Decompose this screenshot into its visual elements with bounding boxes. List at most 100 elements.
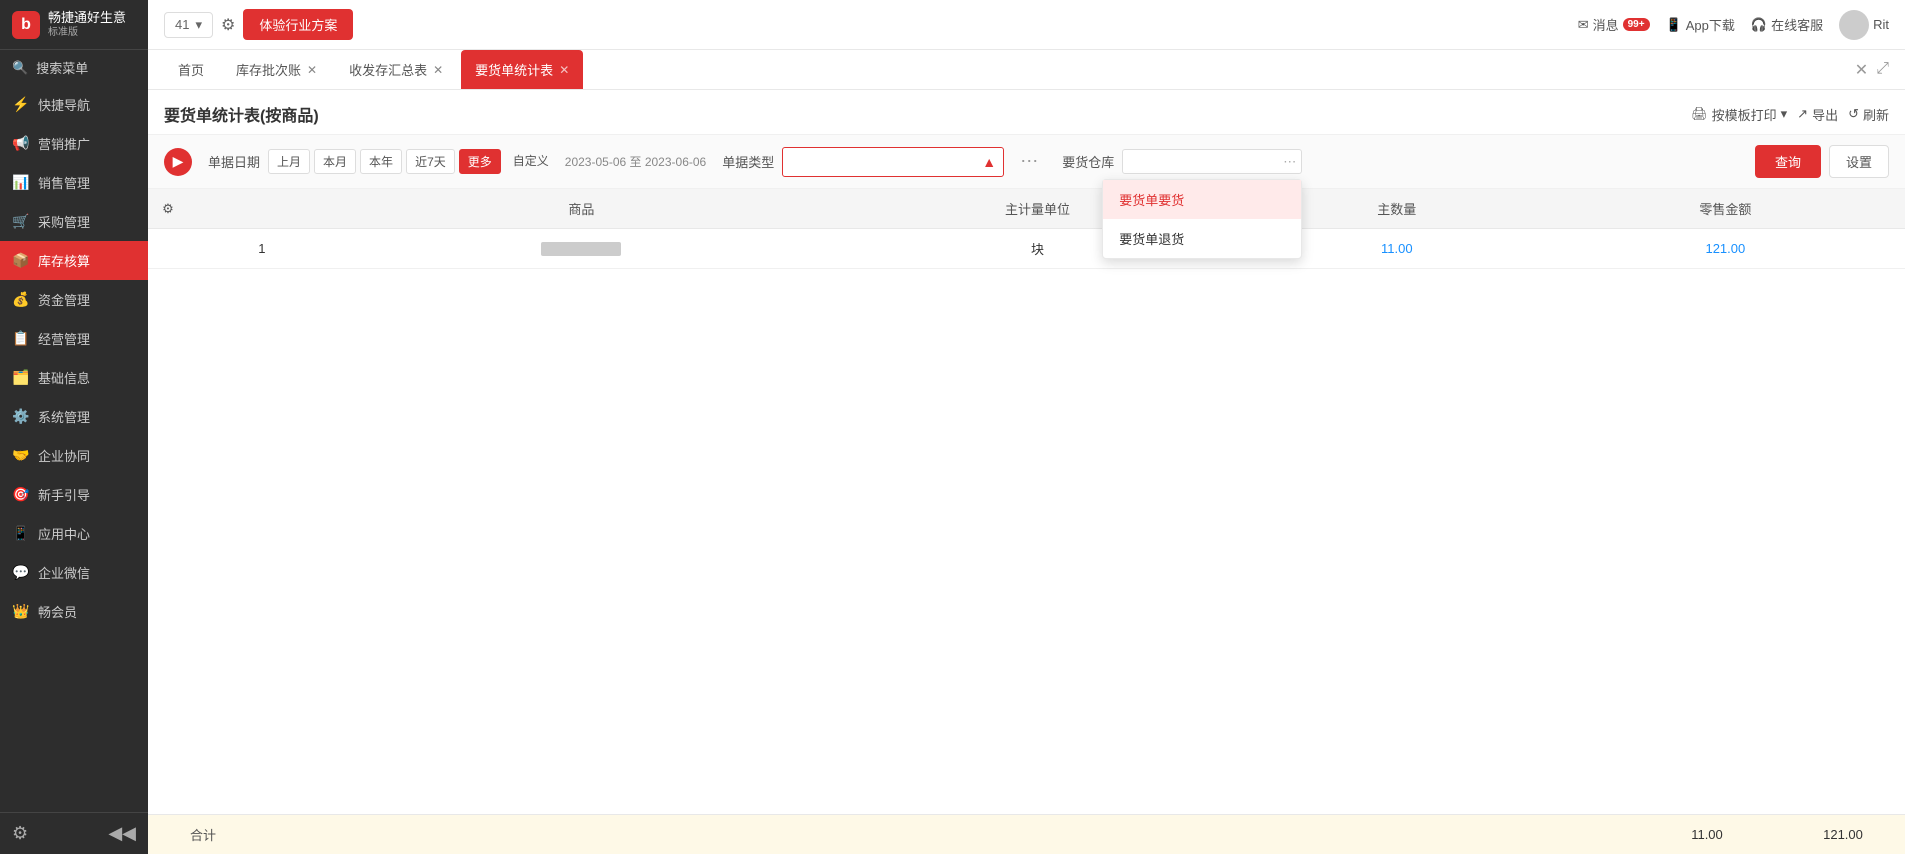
warehouse-more-btn[interactable]: ⋯	[1283, 154, 1296, 170]
user-avatar	[1839, 10, 1869, 40]
warehouse-input[interactable]	[1122, 149, 1302, 174]
date-btn-this-year[interactable]: 本年	[360, 149, 402, 174]
filter-expand-btn[interactable]: ▶	[164, 148, 192, 176]
export-icon: ↗	[1797, 106, 1808, 122]
date-btn-last-month[interactable]: 上月	[268, 149, 310, 174]
sidebar-search[interactable]: 🔍 搜索菜单	[0, 50, 148, 85]
date-filter-group: 单据日期 上月 本月 本年 近7天 更多 自定义 2023-05-06 至 20…	[208, 149, 706, 174]
topbar-right: ✉ 消息 99+ 📱 App下载 🎧 在线客服 Rit	[1578, 10, 1889, 40]
search-label: 搜索菜单	[36, 58, 88, 77]
doctype-dropdown: 要货单要货 要货单退货	[1102, 179, 1302, 259]
sidebar-label-marketing: 营销推广	[38, 134, 90, 153]
date-quick-btns: 上月 本月 本年 近7天 更多 自定义	[268, 149, 557, 174]
tab-close-receivable-summary[interactable]: ✕	[433, 63, 443, 77]
sidebar-label-finance: 资金管理	[38, 290, 90, 309]
footer-amount: 121.00	[1793, 827, 1893, 842]
demo-btn[interactable]: 体验行业方案	[243, 9, 353, 40]
th-settings[interactable]: ⚙	[148, 189, 188, 229]
export-action[interactable]: ↗ 导出	[1797, 105, 1838, 124]
tabs-bar: 首页库存批次账✕收发存汇总表✕要货单统计表✕ ✕ ⤢	[148, 50, 1905, 90]
print-action[interactable]: 🖨 按模板打印 ▾	[1691, 105, 1787, 124]
online-service-label: 在线客服	[1771, 15, 1823, 34]
sidebar-item-purchase[interactable]: 🛒采购管理	[0, 202, 148, 241]
sidebar-item-appstore[interactable]: 📱应用中心	[0, 514, 148, 553]
sidebar-bottom: ⚙ ◀◀	[0, 812, 148, 854]
dropdown-item-yh-return[interactable]: 要货单退货	[1103, 219, 1301, 258]
td-amount-0[interactable]: 121.00	[1546, 229, 1905, 269]
export-label: 导出	[1812, 105, 1838, 124]
tab-close-inventory-batch[interactable]: ✕	[307, 63, 317, 77]
sidebar-item-finance[interactable]: 💰资金管理	[0, 280, 148, 319]
sidebar-logo: b 畅捷通好生意 标准版	[0, 0, 148, 50]
sidebar-item-inventory[interactable]: 📦库存核算	[0, 241, 148, 280]
filter-action-btns: 查询 设置	[1755, 145, 1889, 178]
sidebar-item-marketing[interactable]: 📢营销推广	[0, 124, 148, 163]
settings-gear-icon[interactable]: ⚙	[221, 15, 235, 35]
user-area[interactable]: Rit	[1839, 10, 1889, 40]
sidebar-label-guide: 新手引导	[38, 485, 90, 504]
dropdown-item-yh-order[interactable]: 要货单要货	[1103, 180, 1301, 219]
sidebar-item-sales[interactable]: 📊销售管理	[0, 163, 148, 202]
close-all-icon[interactable]: ✕	[1855, 60, 1868, 80]
collapse-icon[interactable]: ◀◀	[108, 823, 136, 844]
app-logo-text: 畅捷通好生意 标准版	[48, 10, 126, 40]
messages-item[interactable]: ✉ 消息 99+	[1578, 15, 1650, 34]
sidebar-label-base: 基础信息	[38, 368, 90, 387]
th-index	[188, 189, 336, 229]
sidebar-item-member[interactable]: 👑畅会员	[0, 592, 148, 631]
sidebar-item-base[interactable]: 🗂️基础信息	[0, 358, 148, 397]
doctype-up-btn[interactable]: ▲	[975, 148, 1003, 176]
app-logo-icon: b	[12, 11, 40, 39]
doctype-more-btn[interactable]: ⋯	[1012, 147, 1046, 176]
warehouse-wrap: ⋯	[1122, 149, 1302, 174]
date-btn-custom[interactable]: 自定义	[505, 149, 557, 174]
sidebar-icon-inventory: 📦	[12, 252, 30, 269]
refresh-icon: ↺	[1848, 106, 1859, 122]
tab-label-receivable-summary: 收发存汇总表	[349, 60, 427, 79]
tab-inventory-batch[interactable]: 库存批次账 ✕	[222, 50, 331, 89]
td-index-0: 1	[188, 229, 336, 269]
sidebar-icon-wechat: 💬	[12, 564, 30, 581]
app-download-item[interactable]: 📱 App下载	[1666, 15, 1735, 34]
sidebar-item-operations[interactable]: 📋经营管理	[0, 319, 148, 358]
sidebar-item-collab[interactable]: 🤝企业协同	[0, 436, 148, 475]
settings-icon[interactable]: ⚙	[12, 823, 28, 844]
topbar: 41 ▾ ⚙ 体验行业方案 ✉ 消息 99+ 📱 App下载 🎧 在线客服 R	[148, 0, 1905, 50]
tab-label-home: 首页	[178, 60, 204, 79]
table-row: 1 块 11.00 121.00	[148, 229, 1905, 269]
refresh-action[interactable]: ↺ 刷新	[1848, 105, 1889, 124]
sidebar-item-shortcut[interactable]: ⚡快捷导航	[0, 85, 148, 124]
date-btn-7days[interactable]: 近7天	[406, 149, 455, 174]
doctype-input[interactable]	[783, 150, 975, 173]
footer-quantity: 11.00	[1637, 827, 1777, 842]
sidebar-item-wechat[interactable]: 💬企业微信	[0, 553, 148, 592]
date-btn-this-month[interactable]: 本月	[314, 149, 356, 174]
table-footer: 合计 11.00 121.00	[148, 814, 1905, 854]
online-service-item[interactable]: 🎧 在线客服	[1751, 15, 1823, 34]
expand-icon[interactable]: ⤢	[1876, 60, 1889, 80]
print-icon: 🖨	[1691, 106, 1708, 122]
page-content: 要货单统计表(按商品) 🖨 按模板打印 ▾ ↗ 导出 ↺ 刷新 ▶	[148, 90, 1905, 854]
tab-requisition-stats[interactable]: 要货单统计表✕	[461, 50, 583, 89]
tab-close-requisition-stats[interactable]: ✕	[559, 63, 569, 77]
data-table: ⚙ 商品 主计量单位 主数量 零售金额 1 块 11.00 121.00	[148, 189, 1905, 269]
main-area: 41 ▾ ⚙ 体验行业方案 ✉ 消息 99+ 📱 App下载 🎧 在线客服 R	[148, 0, 1905, 854]
tab-receivable-summary[interactable]: 收发存汇总表 ✕	[335, 50, 457, 89]
sidebar-label-appstore: 应用中心	[38, 524, 90, 543]
th-product: 商品	[336, 189, 828, 229]
query-btn[interactable]: 查询	[1755, 145, 1821, 178]
app-name: 畅捷通好生意	[48, 10, 126, 27]
date-btn-more[interactable]: 更多	[459, 149, 501, 174]
user-name: Rit	[1873, 17, 1889, 32]
company-selector[interactable]: 41 ▾	[164, 12, 213, 38]
headset-icon: 🎧	[1751, 17, 1767, 33]
tab-label-inventory-batch: 库存批次账	[236, 60, 301, 79]
date-label: 单据日期	[208, 152, 260, 171]
tab-home[interactable]: 首页	[164, 50, 218, 89]
setting-btn[interactable]: 设置	[1829, 145, 1889, 178]
sidebar-icon-sales: 📊	[12, 174, 30, 191]
sidebar-item-guide[interactable]: 🎯新手引导	[0, 475, 148, 514]
messages-label: 消息	[1593, 15, 1619, 34]
sidebar-item-system[interactable]: ⚙️系统管理	[0, 397, 148, 436]
page-title: 要货单统计表(按商品)	[164, 102, 319, 126]
